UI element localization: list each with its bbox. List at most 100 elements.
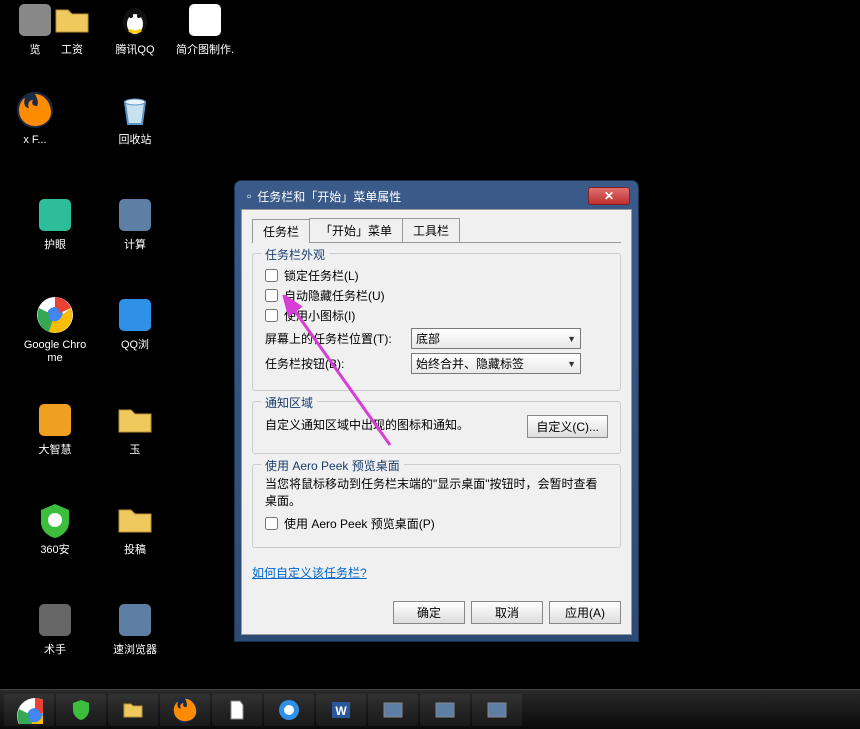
autohide-checkbox[interactable] [265,289,278,302]
qqbrowser-icon [275,696,303,724]
desktop-icon[interactable]: 回收站 [100,90,170,147]
taskbar: W [0,689,860,729]
desktop-icon[interactable]: 360安 [20,500,90,557]
desktop-icon-label: 简介图制作. [170,44,240,57]
buttons-value: 始终合并、隐藏标签 [416,355,524,372]
word-icon: W [327,696,355,724]
desktop-icon[interactable]: 速浏览器 [100,600,170,657]
desktop-icon-label: 术手 [20,644,90,657]
smallicons-checkbox[interactable] [265,309,278,322]
taskbar-item-word[interactable]: W [316,694,366,726]
window3-icon [483,696,511,724]
desktop-icon[interactable]: 玉 [100,400,170,457]
desktop-icon-label: Google Chrome [20,339,90,365]
aero-title: 使用 Aero Peek 预览桌面 [261,457,404,474]
notify-desc: 自定义通知区域中出现的图标和通知。 [265,416,469,433]
taskbar-item-window3[interactable] [472,694,522,726]
appearance-title: 任务栏外观 [261,246,329,263]
qqb-icon [115,295,155,335]
smallicons-label: 使用小图标(I) [284,307,355,324]
desktop-icon-label: 速浏览器 [100,644,170,657]
taskbar-item-window1[interactable] [368,694,418,726]
desktop-icon[interactable]: x F... [0,90,70,147]
app-icon [185,0,225,40]
aero-group: 使用 Aero Peek 预览桌面 当您将鼠标移动到任务栏末端的"显示桌面"按钮… [252,464,621,548]
desktop-icon[interactable]: 简介图制作. [170,0,240,57]
position-label: 屏幕上的任务栏位置(T): [265,330,405,347]
qq-icon [115,0,155,40]
aero-peek-checkbox[interactable] [265,517,278,530]
help-link[interactable]: 如何自定义该任务栏? [252,564,367,581]
pc-icon [115,195,155,235]
taskbar-item-chrome[interactable] [4,694,54,726]
apply-button[interactable]: 应用(A) [549,601,621,624]
desktop-icon[interactable]: 投稿 [100,500,170,557]
aero-desc: 当您将鼠标移动到任务栏末端的"显示桌面"按钮时，会暂时查看桌面。 [265,475,608,509]
taskbar-item-firefox[interactable] [160,694,210,726]
position-value: 底部 [416,330,440,347]
customize-button[interactable]: 自定义(C)... [527,415,608,438]
desktop-icon[interactable]: 计算 [100,195,170,252]
firefox-icon [15,90,55,130]
dialog-titlebar: ▫ 任务栏和「开始」菜单属性 ✕ [241,187,632,209]
chrome-icon [15,696,43,724]
desktop-icon[interactable]: 工资 [37,0,107,57]
tabs: 任务栏 「开始」菜单 工具栏 [252,218,621,243]
dialog-body: 任务栏 「开始」菜单 工具栏 任务栏外观 锁定任务栏(L) 自动隐藏任务栏(U)… [241,209,632,635]
window-icon: ▫ [247,189,251,203]
folder-icon [115,500,155,540]
taskbar-item-window2[interactable] [420,694,470,726]
tab-startmenu[interactable]: 「开始」菜单 [309,218,403,242]
desktop-icon[interactable]: 术手 [20,600,90,657]
position-dropdown[interactable]: 底部 ▼ [411,328,581,349]
desktop-icon[interactable]: QQ浏 [100,295,170,352]
folder-icon [52,0,92,40]
svg-text:W: W [335,704,347,718]
desktop-icon[interactable]: 大智慧 [20,400,90,457]
desktop-icon-label: 计算 [100,239,170,252]
desktop-icon-label: QQ浏 [100,339,170,352]
desktop-icon[interactable]: 护眼 [20,195,90,252]
desktop-icon-label: 360安 [20,544,90,557]
tab-toolbars[interactable]: 工具栏 [402,218,460,242]
desktop-icon[interactable]: 腾讯QQ [100,0,170,57]
taskbar-item-document[interactable] [212,694,262,726]
buttons-dropdown[interactable]: 始终合并、隐藏标签 ▼ [411,353,581,374]
taskbar-item-explorer[interactable] [108,694,158,726]
cancel-button[interactable]: 取消 [471,601,543,624]
dialog-title-text: 任务栏和「开始」菜单属性 [257,188,401,205]
aero-peek-label: 使用 Aero Peek 预览桌面(P) [284,515,435,532]
desktop-icon[interactable]: Google Chrome [20,295,90,365]
notify-title: 通知区域 [261,394,317,411]
360-icon [35,500,75,540]
dialog-buttons: 确定 取消 应用(A) [252,601,621,624]
dzh-icon [35,400,75,440]
taskbar-properties-dialog: ▫ 任务栏和「开始」菜单属性 ✕ 任务栏 「开始」菜单 工具栏 任务栏外观 锁定… [234,180,639,642]
desktop-icon-label: 玉 [100,444,170,457]
firefox-icon [171,696,199,724]
lock-taskbar-label: 锁定任务栏(L) [284,267,359,284]
notify-group: 通知区域 自定义通知区域中出现的图标和通知。 自定义(C)... [252,401,621,454]
lock-taskbar-checkbox[interactable] [265,269,278,282]
explorer-icon [119,696,147,724]
bin-icon [115,90,155,130]
browser-icon [115,600,155,640]
desktop-icon-label: x F... [0,134,70,147]
ok-button[interactable]: 确定 [393,601,465,624]
autohide-label: 自动隐藏任务栏(U) [284,287,385,304]
shield-icon [67,696,95,724]
appearance-group: 任务栏外观 锁定任务栏(L) 自动隐藏任务栏(U) 使用小图标(I) 屏幕上的任… [252,253,621,391]
desktop-icon-label: 腾讯QQ [100,44,170,57]
buttons-label: 任务栏按钮(B): [265,355,405,372]
desktop-icon-label: 大智慧 [20,444,90,457]
eye-icon [35,195,75,235]
dialog-title: ▫ 任务栏和「开始」菜单属性 [247,188,401,205]
document-icon [223,696,251,724]
tab-taskbar[interactable]: 任务栏 [252,219,310,243]
desktop-icon-label: 回收站 [100,134,170,147]
close-icon: ✕ [604,189,614,203]
taskbar-item-qqbrowser[interactable] [264,694,314,726]
close-button[interactable]: ✕ [588,187,630,205]
desktop-icon-label: 护眼 [20,239,90,252]
taskbar-item-shield[interactable] [56,694,106,726]
